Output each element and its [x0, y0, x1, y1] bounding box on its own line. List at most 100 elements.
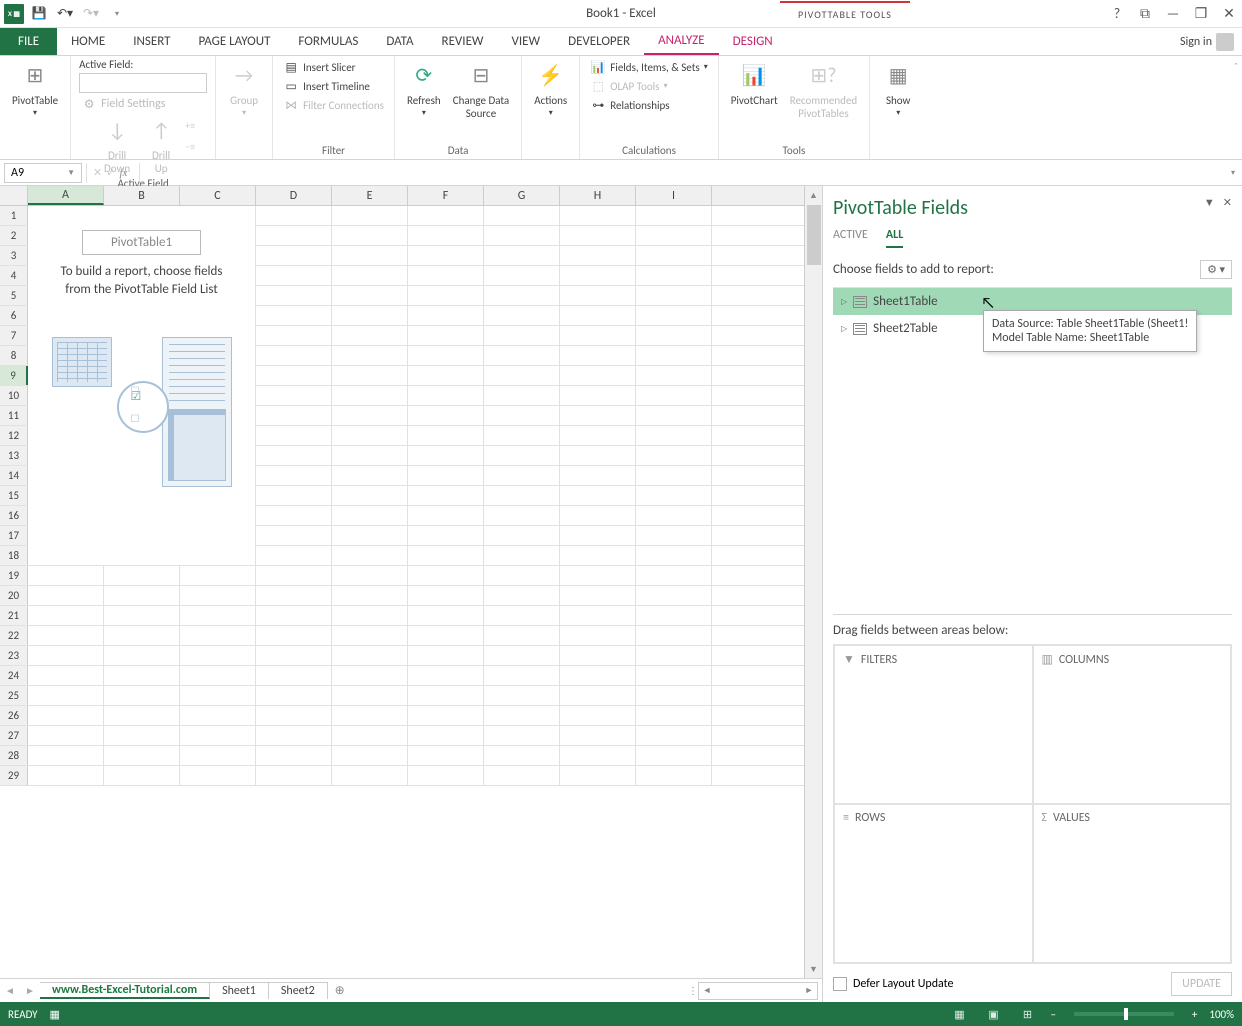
cell[interactable] [484, 606, 560, 625]
scroll-up-button[interactable]: ▲ [805, 186, 822, 204]
pane-tab-all[interactable]: ALL [886, 228, 903, 248]
cell[interactable] [332, 506, 408, 525]
cell[interactable] [256, 426, 332, 445]
tab-view[interactable]: VIEW [498, 28, 555, 55]
cell[interactable] [180, 766, 256, 785]
cell[interactable] [256, 706, 332, 725]
drill-up-button[interactable]: ↑Drill Up [141, 113, 181, 177]
cell[interactable] [484, 726, 560, 745]
cell[interactable] [332, 346, 408, 365]
cell[interactable] [636, 266, 712, 285]
new-sheet-button[interactable]: ⊕ [328, 982, 352, 999]
cell[interactable] [408, 246, 484, 265]
cell[interactable] [636, 726, 712, 745]
cell[interactable] [560, 366, 636, 385]
cell[interactable] [408, 766, 484, 785]
restore-button[interactable]: ❐ [1192, 5, 1210, 23]
cell[interactable] [104, 606, 180, 625]
cell[interactable] [636, 206, 712, 225]
cell[interactable] [408, 566, 484, 585]
cell[interactable] [180, 726, 256, 745]
cell[interactable] [636, 466, 712, 485]
sheet-tab-tutorial[interactable]: www.Best-Excel-Tutorial.com [40, 982, 210, 999]
cell[interactable] [408, 666, 484, 685]
area-rows[interactable]: ≡ROWS [834, 804, 1033, 963]
column-header[interactable]: I [636, 186, 712, 205]
redo-qat-button[interactable]: ↷▾ [80, 3, 102, 25]
vertical-scrollbar[interactable]: ▲ ▼ [804, 186, 822, 978]
cell[interactable] [256, 546, 332, 565]
cell[interactable] [636, 426, 712, 445]
cell[interactable] [636, 666, 712, 685]
row-header[interactable]: 29 [0, 766, 28, 785]
cell[interactable] [256, 606, 332, 625]
ribbon-display-button[interactable]: ⧉ [1136, 5, 1154, 23]
cell[interactable] [180, 706, 256, 725]
cell[interactable] [180, 606, 256, 625]
cell[interactable] [28, 726, 104, 745]
row-header[interactable]: 17 [0, 526, 28, 545]
cell[interactable] [636, 566, 712, 585]
field-settings-button[interactable]: ⚙Field Settings [79, 95, 167, 113]
close-button[interactable]: ✕ [1220, 5, 1238, 23]
cell[interactable] [560, 346, 636, 365]
expand-formula-bar-button[interactable]: ▾ [1224, 168, 1242, 178]
filter-connections-button[interactable]: ⋈Filter Connections [281, 96, 386, 114]
cell[interactable] [636, 506, 712, 525]
row-header[interactable]: 20 [0, 586, 28, 605]
cell[interactable] [28, 666, 104, 685]
cell[interactable] [484, 406, 560, 425]
cell[interactable] [180, 586, 256, 605]
cell[interactable] [408, 706, 484, 725]
row-header[interactable]: 4 [0, 266, 28, 285]
sheet-nav-prev[interactable]: ◄ [0, 982, 20, 999]
cell[interactable] [332, 386, 408, 405]
cell[interactable] [408, 466, 484, 485]
cell[interactable] [332, 326, 408, 345]
cell[interactable] [332, 706, 408, 725]
zoom-level[interactable]: 100% [1209, 1008, 1234, 1021]
tab-insert[interactable]: INSERT [119, 28, 184, 55]
zoom-slider[interactable] [1074, 1012, 1174, 1016]
row-header[interactable]: 9 [0, 366, 28, 385]
cell[interactable] [484, 626, 560, 645]
cell[interactable] [256, 326, 332, 345]
expand-field-icon[interactable]: +≡ [185, 119, 195, 132]
name-box[interactable]: A9▼ [4, 163, 82, 183]
cell[interactable] [636, 366, 712, 385]
cell[interactable] [256, 346, 332, 365]
cell[interactable] [484, 346, 560, 365]
cell[interactable] [560, 246, 636, 265]
show-button[interactable]: ▦Show▾ [878, 58, 918, 121]
field-item-sheet1table[interactable]: ▷ Sheet1Table ↖ Data Source: Table Sheet… [833, 288, 1232, 315]
save-qat-button[interactable]: 💾 [28, 3, 50, 25]
column-header[interactable]: G [484, 186, 560, 205]
cell[interactable] [560, 326, 636, 345]
column-header[interactable]: D [256, 186, 332, 205]
cell[interactable] [28, 686, 104, 705]
cell[interactable] [484, 586, 560, 605]
cell[interactable] [104, 626, 180, 645]
cell[interactable] [256, 566, 332, 585]
cell[interactable] [256, 406, 332, 425]
cell[interactable] [332, 226, 408, 245]
cell[interactable] [408, 386, 484, 405]
cell[interactable] [636, 286, 712, 305]
area-columns[interactable]: ▥COLUMNS [1033, 645, 1232, 804]
cell[interactable] [104, 586, 180, 605]
row-header[interactable]: 23 [0, 646, 28, 665]
cell[interactable] [560, 666, 636, 685]
cell[interactable] [28, 706, 104, 725]
cell[interactable] [332, 546, 408, 565]
cell[interactable] [636, 246, 712, 265]
row-header[interactable]: 26 [0, 706, 28, 725]
group-button[interactable]: →Group▾ [224, 58, 264, 121]
cell[interactable] [484, 326, 560, 345]
cell[interactable] [484, 426, 560, 445]
cell[interactable] [28, 606, 104, 625]
pivottable-placeholder[interactable]: PivotTable1 To build a report, choose fi… [28, 206, 256, 566]
scroll-thumb[interactable] [807, 205, 821, 265]
cell[interactable] [484, 446, 560, 465]
row-header[interactable]: 8 [0, 346, 28, 365]
cell[interactable] [332, 486, 408, 505]
